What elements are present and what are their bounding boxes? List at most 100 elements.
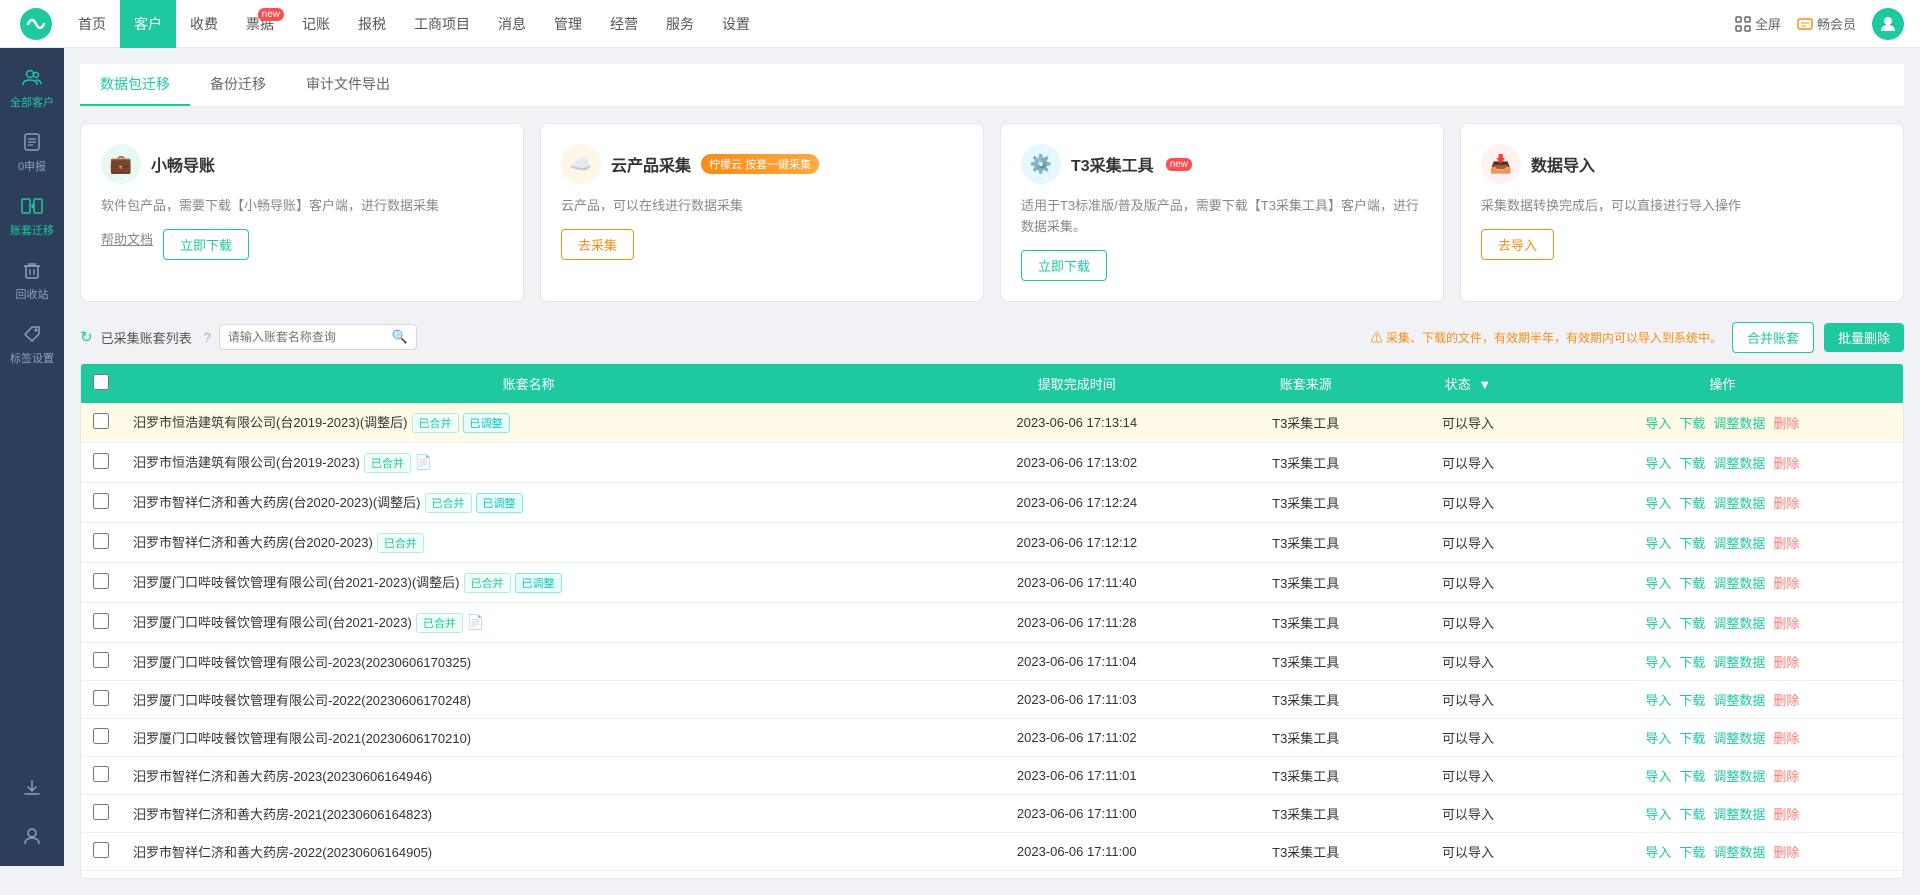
action-导入[interactable]: 导入 <box>1645 845 1671 860</box>
user-avatar[interactable] <box>1872 8 1904 40</box>
select-all-checkbox[interactable] <box>93 374 109 390</box>
file-icon[interactable]: 📄 <box>467 614 484 630</box>
action-下载[interactable]: 下载 <box>1679 655 1705 670</box>
row-checkbox[interactable] <box>93 804 109 820</box>
nav-invoice[interactable]: 票据new <box>232 0 288 48</box>
sidebar-item-tag-settings[interactable]: 标签设置 <box>0 312 64 376</box>
action-调整数据[interactable]: 调整数据 <box>1713 416 1765 431</box>
action-调整数据[interactable]: 调整数据 <box>1713 616 1765 631</box>
action-删除[interactable]: 删除 <box>1773 456 1799 471</box>
action-导入[interactable]: 导入 <box>1645 769 1671 784</box>
file-icon[interactable]: 📄 <box>415 454 432 470</box>
nav-account[interactable]: 记账 <box>288 0 344 48</box>
t3-download-button[interactable]: 立即下载 <box>1021 250 1107 281</box>
sidebar-item-download[interactable] <box>16 766 48 810</box>
tab-data-migration[interactable]: 数据包迁移 <box>80 64 190 106</box>
action-调整数据[interactable]: 调整数据 <box>1713 496 1765 511</box>
action-下载[interactable]: 下载 <box>1679 807 1705 822</box>
action-调整数据[interactable]: 调整数据 <box>1713 456 1765 471</box>
row-checkbox[interactable] <box>93 613 109 629</box>
fullscreen-button[interactable]: 全屏 <box>1735 14 1781 33</box>
nav-operation[interactable]: 经营 <box>596 0 652 48</box>
action-导入[interactable]: 导入 <box>1645 536 1671 551</box>
nav-fee[interactable]: 收费 <box>176 0 232 48</box>
action-下载[interactable]: 下载 <box>1679 693 1705 708</box>
action-下载[interactable]: 下载 <box>1679 769 1705 784</box>
nav-message[interactable]: 消息 <box>484 0 540 48</box>
action-导入[interactable]: 导入 <box>1645 456 1671 471</box>
action-下载[interactable]: 下载 <box>1679 731 1705 746</box>
member-button[interactable]: 畅会员 <box>1797 14 1856 33</box>
action-删除[interactable]: 删除 <box>1773 496 1799 511</box>
nav-service[interactable]: 服务 <box>652 0 708 48</box>
action-导入[interactable]: 导入 <box>1645 731 1671 746</box>
action-删除[interactable]: 删除 <box>1773 807 1799 822</box>
row-checkbox[interactable] <box>93 728 109 744</box>
sidebar-item-all-customers[interactable]: 全部客户 <box>0 56 64 120</box>
row-checkbox[interactable] <box>93 652 109 668</box>
help-doc-link[interactable]: 帮助文档 <box>101 229 153 260</box>
action-调整数据[interactable]: 调整数据 <box>1713 807 1765 822</box>
sidebar-item-recycle[interactable]: 回收站 <box>0 248 64 312</box>
action-删除[interactable]: 删除 <box>1773 731 1799 746</box>
logo[interactable] <box>16 4 56 44</box>
action-下载[interactable]: 下载 <box>1679 496 1705 511</box>
nav-tax[interactable]: 报税 <box>344 0 400 48</box>
action-导入[interactable]: 导入 <box>1645 616 1671 631</box>
tab-backup-migration[interactable]: 备份迁移 <box>190 64 286 106</box>
action-删除[interactable]: 删除 <box>1773 655 1799 670</box>
action-导入[interactable]: 导入 <box>1645 496 1671 511</box>
action-导入[interactable]: 导入 <box>1645 416 1671 431</box>
action-删除[interactable]: 删除 <box>1773 416 1799 431</box>
row-checkbox[interactable] <box>93 413 109 429</box>
sidebar-item-user[interactable] <box>16 814 48 858</box>
action-调整数据[interactable]: 调整数据 <box>1713 845 1765 860</box>
go-import-button[interactable]: 去导入 <box>1481 229 1554 260</box>
action-下载[interactable]: 下载 <box>1679 536 1705 551</box>
action-删除[interactable]: 删除 <box>1773 693 1799 708</box>
row-checkbox[interactable] <box>93 766 109 782</box>
action-下载[interactable]: 下载 <box>1679 845 1705 860</box>
row-checkbox[interactable] <box>93 533 109 549</box>
action-导入[interactable]: 导入 <box>1645 576 1671 591</box>
action-删除[interactable]: 删除 <box>1773 536 1799 551</box>
go-collect-button[interactable]: 去采集 <box>561 229 634 260</box>
action-删除[interactable]: 删除 <box>1773 845 1799 860</box>
action-调整数据[interactable]: 调整数据 <box>1713 655 1765 670</box>
nav-customer[interactable]: 客户 <box>120 0 176 48</box>
sidebar-item-zero-declare[interactable]: 0申报 <box>0 120 64 184</box>
row-checkbox[interactable] <box>93 573 109 589</box>
action-导入[interactable]: 导入 <box>1645 693 1671 708</box>
nav-home[interactable]: 首页 <box>64 0 120 48</box>
action-删除[interactable]: 删除 <box>1773 576 1799 591</box>
nav-business[interactable]: 工商项目 <box>400 0 484 48</box>
batch-delete-button[interactable]: 批量删除 <box>1824 323 1904 352</box>
search-submit-icon[interactable]: 🔍 <box>392 329 408 345</box>
merge-accounts-button[interactable]: 合并账套 <box>1732 322 1814 353</box>
row-checkbox[interactable] <box>93 690 109 706</box>
action-下载[interactable]: 下载 <box>1679 616 1705 631</box>
action-导入[interactable]: 导入 <box>1645 655 1671 670</box>
action-调整数据[interactable]: 调整数据 <box>1713 576 1765 591</box>
action-下载[interactable]: 下载 <box>1679 416 1705 431</box>
row-checkbox[interactable] <box>93 453 109 469</box>
action-调整数据[interactable]: 调整数据 <box>1713 731 1765 746</box>
download-now-button[interactable]: 立即下载 <box>163 229 249 260</box>
help-icon[interactable]: ? <box>204 330 211 345</box>
row-checkbox[interactable] <box>93 842 109 858</box>
nav-settings[interactable]: 设置 <box>708 0 764 48</box>
search-input[interactable] <box>228 330 388 344</box>
action-删除[interactable]: 删除 <box>1773 769 1799 784</box>
nav-manage[interactable]: 管理 <box>540 0 596 48</box>
action-调整数据[interactable]: 调整数据 <box>1713 536 1765 551</box>
refresh-icon[interactable]: ↻ <box>80 328 93 346</box>
tab-audit-export[interactable]: 审计文件导出 <box>286 64 410 106</box>
action-下载[interactable]: 下载 <box>1679 576 1705 591</box>
sidebar-item-account-transfer[interactable]: 账套迁移 <box>0 184 64 248</box>
row-checkbox[interactable] <box>93 493 109 509</box>
action-调整数据[interactable]: 调整数据 <box>1713 769 1765 784</box>
action-调整数据[interactable]: 调整数据 <box>1713 693 1765 708</box>
filter-icon[interactable]: ▼ <box>1478 377 1491 392</box>
action-删除[interactable]: 删除 <box>1773 616 1799 631</box>
action-下载[interactable]: 下载 <box>1679 456 1705 471</box>
